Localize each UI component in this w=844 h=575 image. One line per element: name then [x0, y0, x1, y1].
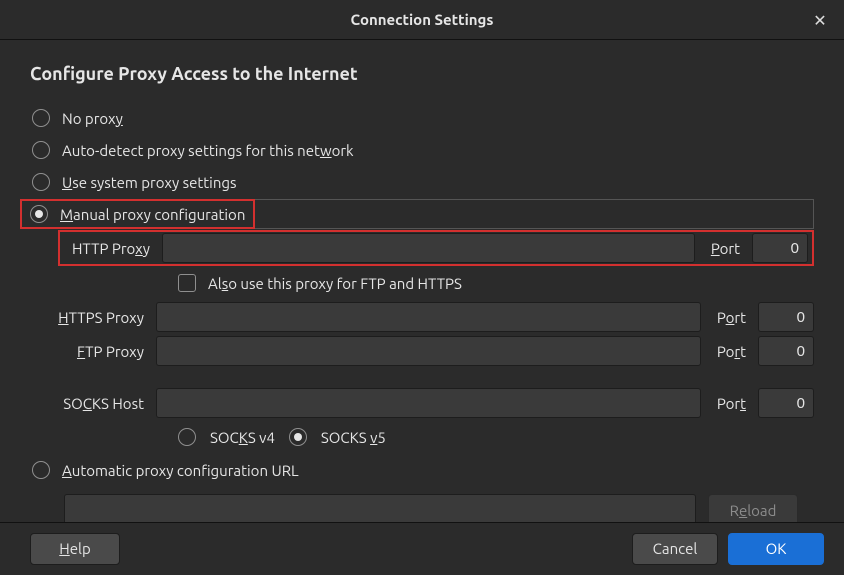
- also-use-label: Also use this proxy for FTP and HTTPS: [208, 275, 462, 292]
- page-title: Configure Proxy Access to the Internet: [30, 64, 814, 84]
- ftp-port-input[interactable]: [758, 336, 814, 366]
- socks-v4-label: SOCKS v4: [210, 429, 275, 446]
- auto-config-url-input[interactable]: [64, 494, 696, 522]
- dialog-footer: Help Cancel OK: [0, 522, 844, 574]
- radio-socks-v5[interactable]: [289, 428, 307, 446]
- titlebar: Connection Settings ✕: [0, 0, 844, 40]
- dialog-body: Configure Proxy Access to the Internet N…: [0, 40, 844, 522]
- radio-icon: [32, 461, 50, 479]
- socks-port-label: Port: [707, 395, 752, 412]
- radio-icon: [32, 173, 50, 191]
- radio-label: Manual proxy configuration: [60, 206, 245, 223]
- radio-icon: [32, 141, 50, 159]
- ftp-proxy-input[interactable]: [156, 336, 701, 366]
- https-proxy-label: HTTPS Proxy: [58, 309, 150, 326]
- https-proxy-row: HTTPS Proxy Port: [58, 300, 814, 334]
- ftp-proxy-row: FTP Proxy Port: [58, 334, 814, 368]
- radio-manual-proxy[interactable]: Manual proxy configuration: [20, 199, 255, 229]
- checkbox-icon: [178, 274, 196, 292]
- https-port-input[interactable]: [758, 302, 814, 332]
- radio-auto-detect[interactable]: Auto-detect proxy settings for this netw…: [30, 134, 814, 166]
- socks-host-label: SOCKS Host: [58, 395, 150, 412]
- radio-auto-config-url[interactable]: Automatic proxy configuration URL: [30, 454, 814, 486]
- manual-proxy-block: HTTP Proxy Port Also use this proxy for …: [30, 230, 814, 454]
- radio-label: No proxy: [62, 110, 123, 127]
- https-proxy-input[interactable]: [156, 302, 701, 332]
- socks-v5-label: SOCKS v5: [321, 429, 386, 446]
- ftp-port-label: Port: [707, 343, 752, 360]
- socks-host-row: SOCKS Host Port: [58, 386, 814, 420]
- reload-button: Reload: [708, 494, 798, 522]
- http-port-input[interactable]: [752, 233, 808, 263]
- cancel-button[interactable]: Cancel: [632, 533, 718, 565]
- socks-version-row: SOCKS v4 SOCKS v5: [58, 420, 814, 454]
- window-title: Connection Settings: [351, 11, 494, 28]
- http-proxy-input[interactable]: [162, 233, 695, 263]
- socks-port-input[interactable]: [758, 388, 814, 418]
- radio-label: Use system proxy settings: [62, 174, 237, 191]
- radio-label: Automatic proxy configuration URL: [62, 462, 299, 479]
- socks-host-input[interactable]: [156, 388, 701, 418]
- radio-socks-v4[interactable]: [178, 428, 196, 446]
- radio-use-system[interactable]: Use system proxy settings: [30, 166, 814, 198]
- ok-button[interactable]: OK: [728, 533, 824, 565]
- https-port-label: Port: [707, 309, 752, 326]
- focus-outline: [255, 199, 814, 229]
- radio-icon: [32, 109, 50, 127]
- ftp-proxy-label: FTP Proxy: [58, 343, 150, 360]
- close-icon[interactable]: ✕: [808, 8, 832, 32]
- http-proxy-row-highlight: HTTP Proxy Port: [58, 230, 814, 266]
- radio-label: Auto-detect proxy settings for this netw…: [62, 142, 354, 159]
- auto-config-url-row: Reload: [30, 494, 814, 522]
- radio-icon: [30, 205, 48, 223]
- also-use-row[interactable]: Also use this proxy for FTP and HTTPS: [58, 266, 814, 300]
- http-port-label: Port: [701, 240, 746, 257]
- help-button[interactable]: Help: [30, 533, 120, 565]
- radio-no-proxy[interactable]: No proxy: [30, 102, 814, 134]
- http-proxy-label: HTTP Proxy: [64, 240, 156, 257]
